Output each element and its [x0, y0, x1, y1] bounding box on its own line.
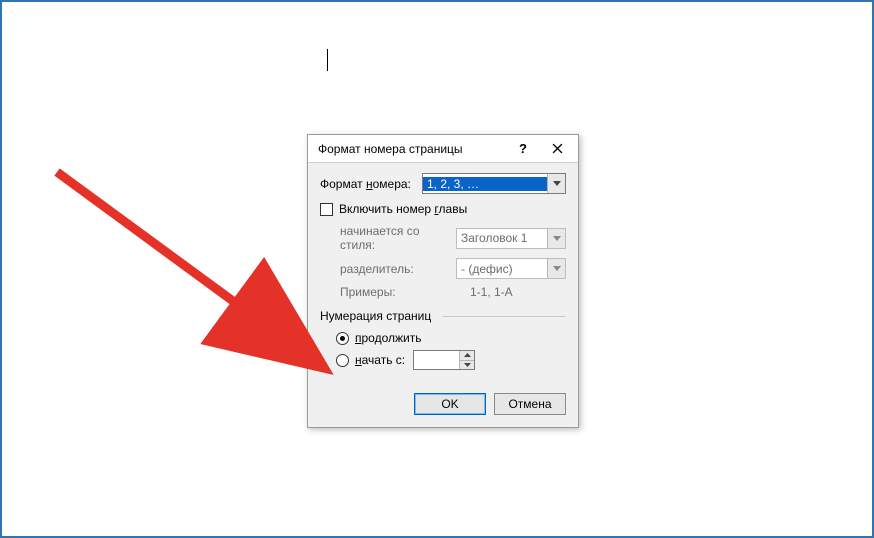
page-number-format-dialog: Формат номера страницы ? Формат номера: …	[307, 134, 579, 428]
number-format-combo[interactable]: 1, 2, 3, …	[422, 173, 566, 194]
chevron-up-icon	[464, 353, 471, 357]
help-button[interactable]: ?	[506, 136, 540, 162]
dialog-titlebar[interactable]: Формат номера страницы ?	[308, 135, 578, 163]
include-chapter-checkbox[interactable]	[320, 203, 333, 216]
text-cursor	[327, 49, 328, 71]
heading-style-value: Заголовок 1	[457, 231, 547, 245]
page-numbering-group-title: Нумерация страниц	[320, 309, 566, 323]
close-button[interactable]	[540, 136, 574, 162]
include-chapter-label: Включить номер главы	[339, 202, 467, 216]
start-at-label: начать с:	[355, 353, 405, 367]
chapter-options-group: начинается со стиля: Заголовок 1 раздели…	[340, 224, 566, 299]
heading-style-combo: Заголовок 1	[456, 228, 566, 249]
continue-label: продолжить	[355, 331, 421, 345]
chevron-down-icon	[553, 266, 561, 271]
continue-radio[interactable]	[336, 332, 349, 345]
chevron-down-icon	[464, 363, 471, 367]
annotation-arrow-icon	[52, 167, 337, 377]
spinner-up-button[interactable]	[460, 351, 474, 360]
start-at-value[interactable]	[414, 351, 459, 369]
dialog-buttons: OK Отмена	[308, 383, 578, 427]
number-format-value: 1, 2, 3, …	[423, 177, 547, 191]
dialog-body: Формат номера: 1, 2, 3, … Включить номер…	[308, 163, 578, 383]
separator-label: разделитель:	[340, 262, 456, 276]
combo-arrow-button[interactable]	[547, 174, 565, 193]
close-icon	[552, 143, 563, 154]
starts-with-style-label: начинается со стиля:	[340, 224, 456, 252]
start-at-radio[interactable]	[336, 354, 349, 367]
chevron-down-icon	[553, 236, 561, 241]
separator-combo: - (дефис)	[456, 258, 566, 279]
radio-dot-icon	[340, 336, 345, 341]
document-background: Формат номера страницы ? Формат номера: …	[0, 0, 874, 538]
page-numbering-radios: продолжить начать с:	[336, 327, 566, 371]
examples-label: Примеры:	[340, 285, 470, 299]
chevron-down-icon	[553, 181, 561, 186]
dialog-title: Формат номера страницы	[318, 142, 506, 156]
number-format-label: Формат номера:	[320, 177, 422, 191]
cancel-button[interactable]: Отмена	[494, 393, 566, 415]
ok-button[interactable]: OK	[414, 393, 486, 415]
combo-arrow-button	[547, 259, 565, 278]
separator-value: - (дефис)	[457, 262, 547, 276]
combo-arrow-button	[547, 229, 565, 248]
start-at-spinner[interactable]	[413, 350, 475, 370]
examples-value: 1-1, 1-A	[470, 285, 513, 299]
spinner-down-button[interactable]	[460, 360, 474, 370]
